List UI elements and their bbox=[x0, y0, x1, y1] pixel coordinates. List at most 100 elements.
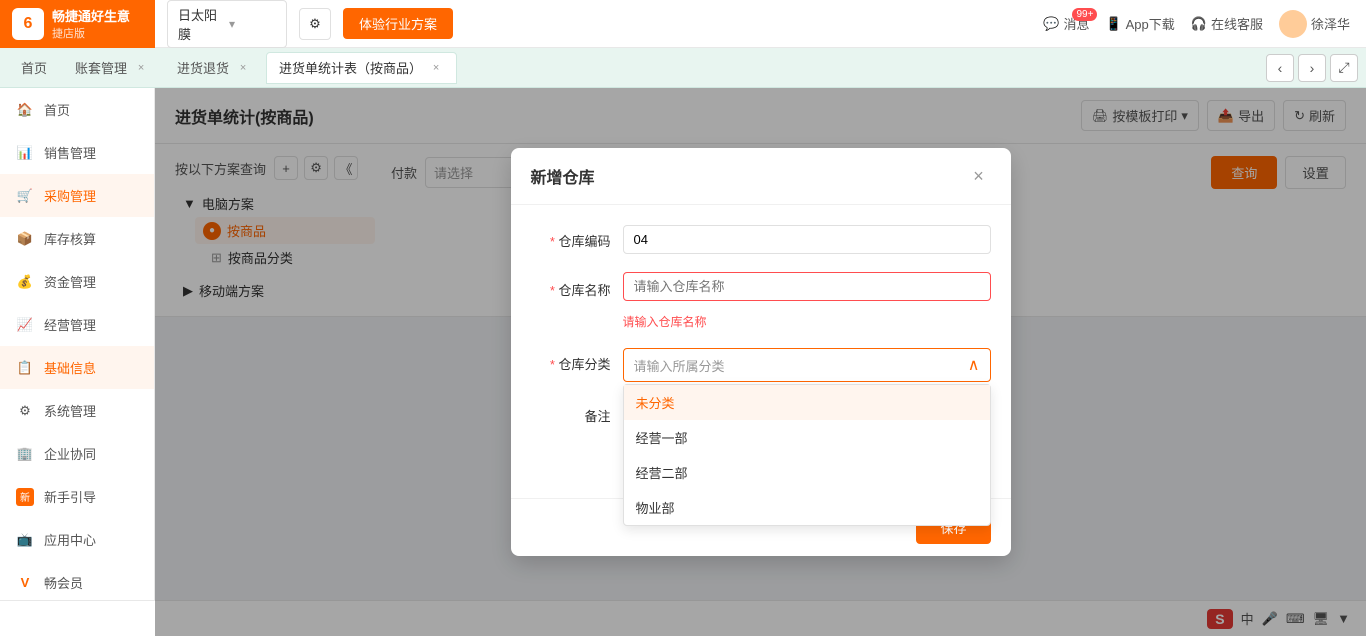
dropdown-option-uncategorized[interactable]: 未分类 bbox=[624, 385, 990, 420]
category-arrow-icon: ∧ bbox=[968, 355, 980, 375]
tab-purchase-return-close[interactable]: × bbox=[235, 60, 251, 76]
tab-purchase-stats-label: 进货单统计表（按商品） bbox=[279, 58, 422, 77]
sidebar-item-sales[interactable]: 📊 销售管理 bbox=[0, 131, 154, 174]
sidebar-item-home[interactable]: 🏠 首页 bbox=[0, 88, 154, 131]
modal-close-button[interactable]: × bbox=[967, 164, 991, 188]
modal-overlay: 新增仓库 × 仓库编码 仓库名称 bbox=[155, 88, 1366, 636]
tab-home-label: 首页 bbox=[21, 58, 47, 77]
name-error-area: 请输入仓库名称 bbox=[623, 313, 707, 330]
tab-scroll-right[interactable]: › bbox=[1298, 54, 1326, 82]
category-dropdown-list: 未分类 经营一部 经营二部 物业部 bbox=[623, 384, 991, 526]
tab-accounts[interactable]: 账套管理 × bbox=[62, 52, 162, 84]
code-label: 仓库编码 bbox=[531, 225, 611, 250]
finance-icon: 💰 bbox=[16, 273, 34, 291]
logo-main-text: 畅捷通好生意 bbox=[52, 6, 130, 25]
name-label-text: 仓库名称 bbox=[558, 283, 610, 298]
content-area: 进货单统计(按商品) 🖨 按模板打印 ▾ 📤 导出 ↻ 刷新 bbox=[155, 88, 1366, 636]
sidebar-item-appcenter[interactable]: 📺 应用中心 bbox=[0, 518, 154, 561]
category-dropdown-wrapper: 请输入所属分类 ∧ 未分类 经营一部 经营二部 物业部 bbox=[623, 348, 991, 382]
sidebar-operations-label: 经营管理 bbox=[44, 315, 96, 334]
category-dropdown-trigger[interactable]: 请输入所属分类 ∧ bbox=[623, 348, 991, 382]
sidebar-cooperation-label: 企业协同 bbox=[44, 444, 96, 463]
home-icon: 🏠 bbox=[16, 101, 34, 119]
vip-icon: V bbox=[16, 574, 34, 592]
note-label: 备注 bbox=[531, 400, 611, 425]
name-input[interactable] bbox=[623, 272, 991, 301]
sidebar-item-operations[interactable]: 📈 经营管理 bbox=[0, 303, 154, 346]
app-download-label: App下载 bbox=[1126, 14, 1175, 33]
code-label-text: 仓库编码 bbox=[558, 234, 610, 249]
name-field-inner: 仓库名称 bbox=[531, 272, 991, 301]
tab-purchase-stats-close[interactable]: × bbox=[428, 60, 444, 76]
modal-body: 仓库编码 仓库名称 请输入仓库名称 bbox=[511, 205, 1011, 498]
tab-purchase-stats[interactable]: 进货单统计表（按商品） × bbox=[266, 52, 457, 84]
main-layout: 🏠 首页 📊 销售管理 🛒 采购管理 📦 库存核算 💰 资金管理 📈 经营管理 … bbox=[0, 88, 1366, 636]
purchase-icon: 🛒 bbox=[16, 187, 34, 205]
store-selector[interactable]: 日太阳膜 ▾ bbox=[167, 0, 287, 48]
online-service-button[interactable]: 🎧 在线客服 bbox=[1191, 14, 1263, 33]
user-menu[interactable]: 徐泽华 bbox=[1279, 10, 1350, 38]
trial-button[interactable]: 体验行业方案 bbox=[343, 8, 453, 39]
newbie-icon: 新 bbox=[16, 488, 34, 506]
headset-icon: 🎧 bbox=[1191, 16, 1207, 32]
modal-header: 新增仓库 × bbox=[511, 148, 1011, 205]
sidebar-item-finance[interactable]: 💰 资金管理 bbox=[0, 260, 154, 303]
sidebar-system-label: 系统管理 bbox=[44, 401, 96, 420]
logo-text-block: 畅捷通好生意 捷店版 bbox=[52, 6, 130, 41]
inventory-icon: 📦 bbox=[16, 230, 34, 248]
sidebar-appcenter-label: 应用中心 bbox=[44, 530, 96, 549]
sales-icon: 📊 bbox=[16, 144, 34, 162]
dropdown-option-property[interactable]: 物业部 bbox=[624, 490, 990, 525]
note-label-text: 备注 bbox=[584, 409, 610, 424]
logo-sub-text: 捷店版 bbox=[52, 25, 130, 41]
tab-bar-actions: ‹ › ⤢ bbox=[1266, 54, 1358, 82]
tab-bar: 首页 账套管理 × 进货退货 × 进货单统计表（按商品） × ‹ › ⤢ bbox=[0, 48, 1366, 88]
name-field-row: 仓库名称 请输入仓库名称 bbox=[531, 272, 991, 330]
mobile-icon: 📱 bbox=[1105, 16, 1121, 32]
tab-scroll-left[interactable]: ‹ bbox=[1266, 54, 1294, 82]
sidebar-vip-label: 畅会员 bbox=[44, 573, 83, 592]
top-header: 6 畅捷通好生意 捷店版 日太阳膜 ▾ ⚙ 体验行业方案 💬 消息 99+ 📱 … bbox=[0, 0, 1366, 48]
sidebar-item-purchase[interactable]: 🛒 采购管理 bbox=[0, 174, 154, 217]
basics-icon: 📋 bbox=[16, 359, 34, 377]
category-field-row: 仓库分类 请输入所属分类 ∧ 未分类 经营一部 经营二部 物业部 bbox=[531, 348, 991, 382]
sidebar-item-cooperation[interactable]: 🏢 企业协同 bbox=[0, 432, 154, 475]
code-input[interactable] bbox=[623, 225, 991, 254]
online-service-label: 在线客服 bbox=[1211, 14, 1263, 33]
dropdown-option-dept1[interactable]: 经营一部 bbox=[624, 420, 990, 455]
sidebar-item-system[interactable]: ⚙ 系统管理 bbox=[0, 389, 154, 432]
category-label: 仓库分类 bbox=[531, 348, 611, 373]
gear-button[interactable]: ⚙ bbox=[299, 8, 331, 40]
header-right: 💬 消息 99+ 📱 App下载 🎧 在线客服 徐泽华 bbox=[1043, 10, 1350, 38]
sidebar-finance-label: 资金管理 bbox=[44, 272, 96, 291]
tab-accounts-close[interactable]: × bbox=[133, 60, 149, 76]
logo-icon: 6 bbox=[12, 8, 44, 40]
code-field-row: 仓库编码 bbox=[531, 225, 991, 254]
sidebar-purchase-label: 采购管理 bbox=[44, 186, 96, 205]
sidebar-sales-label: 销售管理 bbox=[44, 143, 96, 162]
category-label-text: 仓库分类 bbox=[558, 357, 610, 372]
cooperation-icon: 🏢 bbox=[16, 445, 34, 463]
message-badge: 99+ bbox=[1072, 8, 1097, 21]
dropdown-option-dept2[interactable]: 经营二部 bbox=[624, 455, 990, 490]
sidebar-item-vip[interactable]: V 畅会员 bbox=[0, 561, 154, 604]
app-download-button[interactable]: 📱 App下载 bbox=[1105, 14, 1174, 33]
sidebar-inventory-label: 库存核算 bbox=[44, 229, 96, 248]
messages-button[interactable]: 💬 消息 99+ bbox=[1043, 14, 1089, 33]
tab-home[interactable]: 首页 bbox=[8, 52, 60, 84]
sidebar-item-basics[interactable]: 📋 基础信息 bbox=[0, 346, 154, 389]
sidebar-home-label: 首页 bbox=[44, 100, 70, 119]
sidebar-item-inventory[interactable]: 📦 库存核算 bbox=[0, 217, 154, 260]
sidebar: 🏠 首页 📊 销售管理 🛒 采购管理 📦 库存核算 💰 资金管理 📈 经营管理 … bbox=[0, 88, 155, 636]
modal-title: 新增仓库 bbox=[531, 164, 595, 188]
sidebar-item-newbie[interactable]: 新 新手引导 bbox=[0, 475, 154, 518]
tab-expand[interactable]: ⤢ bbox=[1330, 54, 1358, 82]
store-name: 日太阳膜 bbox=[178, 5, 225, 43]
category-selected-value: 请输入所属分类 bbox=[634, 356, 725, 375]
tab-accounts-label: 账套管理 bbox=[75, 58, 127, 77]
tab-purchase-return[interactable]: 进货退货 × bbox=[164, 52, 264, 84]
appcenter-icon: 📺 bbox=[16, 531, 34, 549]
system-icon: ⚙ bbox=[16, 402, 34, 420]
user-avatar bbox=[1279, 10, 1307, 38]
tab-purchase-return-label: 进货退货 bbox=[177, 58, 229, 77]
